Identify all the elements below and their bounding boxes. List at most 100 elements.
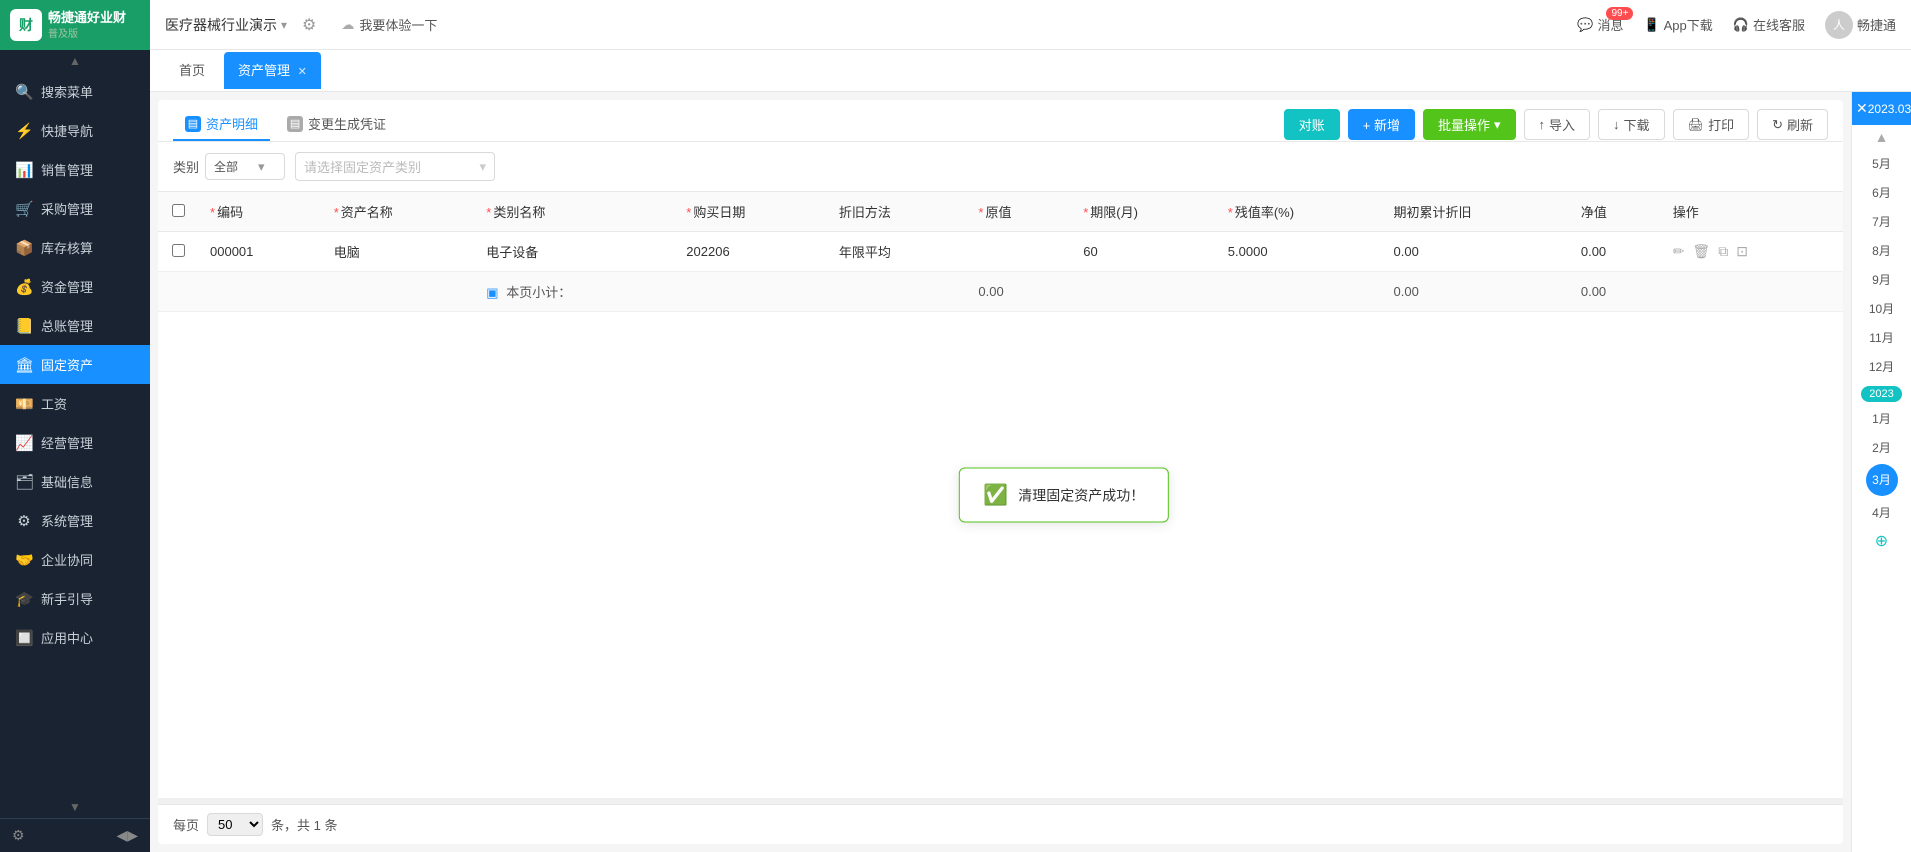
subtotal-label: 本页小计： — [506, 285, 571, 300]
row-checkbox[interactable] — [172, 244, 185, 257]
duizhang-button[interactable]: 对账 — [1284, 109, 1340, 140]
sidebar-item-label: 销售管理 — [41, 160, 93, 179]
tab-home[interactable]: 首页 — [165, 52, 219, 89]
sidebar-item-quicknav[interactable]: ⚡ 快捷导航 — [0, 111, 150, 150]
company-selector[interactable]: 医疗器械行业演示 ▾ — [165, 15, 287, 35]
sidebar-item-label: 搜索菜单 — [41, 82, 93, 101]
sidebar-item-label: 资金管理 — [41, 277, 93, 296]
sidebar-item-search[interactable]: 🔍 搜索菜单 — [0, 72, 150, 111]
print-button[interactable]: 🖨 打印 — [1673, 109, 1750, 140]
month-2[interactable]: 2月 — [1852, 433, 1911, 462]
tab-asset-management[interactable]: 资产管理 ✕ — [224, 52, 321, 89]
sidebar-bottom: ⚙ ◀▶ — [0, 818, 150, 852]
category-type-select[interactable]: 请选择固定资产类别 ▾ — [295, 152, 495, 181]
month-down-arrow[interactable]: ⊕ — [1852, 527, 1911, 555]
app-download-label: App下载 — [1664, 15, 1713, 34]
batch-ops-button[interactable]: 批量操作 ▾ — [1423, 109, 1516, 140]
import-button[interactable]: ↑ 导入 — [1524, 109, 1591, 140]
month-expand-icon[interactable]: ⊕ — [1875, 533, 1888, 550]
sidebar-item-operations[interactable]: 📈 经营管理 — [0, 423, 150, 462]
experience-text[interactable]: 我要体验一下 — [359, 15, 437, 34]
sidebar-item-label: 采购管理 — [41, 199, 93, 218]
month-11[interactable]: 11月 — [1852, 323, 1911, 352]
cell-category: 电子设备 — [474, 232, 674, 272]
sidebar-item-finance[interactable]: 💰 资金管理 — [0, 267, 150, 306]
sidebar-item-fixed-assets[interactable]: 🏛 固定资产 — [0, 345, 150, 384]
sidebar-item-appstore[interactable]: 🔲 应用中心 — [0, 618, 150, 657]
month-10[interactable]: 10月 — [1852, 294, 1911, 323]
sidebar-scroll-up[interactable]: ▲ — [0, 50, 150, 72]
month-4[interactable]: 4月 — [1852, 498, 1911, 527]
sidebar-item-basic-info[interactable]: 🗂 基础信息 — [0, 462, 150, 501]
month-6[interactable]: 6月 — [1852, 178, 1911, 207]
col-code: *编码 — [198, 192, 322, 232]
print-icon: 🖨 — [1688, 117, 1705, 133]
month-1[interactable]: 1月 — [1852, 404, 1911, 433]
col-name: *资产名称 — [322, 192, 475, 232]
sidebar-nav: 🔍 搜索菜单 ⚡ 快捷导航 📊 销售管理 🛒 采购管理 📦 库存核算 💰 资金管… — [0, 72, 150, 796]
month-3-active[interactable]: 3月 — [1866, 464, 1898, 496]
sidebar-item-inventory[interactable]: 📦 库存核算 — [0, 228, 150, 267]
toast-message: 清理固定资产成功！ — [1018, 485, 1144, 505]
col-original: *原值 — [966, 192, 1071, 232]
sidebar-item-ledger[interactable]: 📒 总账管理 — [0, 306, 150, 345]
sidebar-scroll-down[interactable]: ▼ — [0, 796, 150, 818]
system-icon: ⚙ — [15, 512, 33, 530]
delete-icon[interactable]: 🗑 — [1692, 243, 1710, 260]
phone-icon: 📱 — [1643, 17, 1659, 33]
edition-label: 普及版 — [48, 25, 126, 40]
success-check-icon: ✅ — [983, 483, 1008, 508]
month-12[interactable]: 12月 — [1852, 352, 1911, 381]
month-8[interactable]: 8月 — [1852, 236, 1911, 265]
new-button[interactable]: + 新增 — [1348, 109, 1415, 140]
sidebar-item-label: 经营管理 — [41, 433, 93, 452]
content-main: ▤ 资产明细 ▤ 变更生成凭证 对账 + 新增 批量操作 — [158, 100, 1843, 844]
category-select[interactable]: 全部 ▾ — [205, 153, 285, 180]
cell-init-dep: 0.00 — [1382, 232, 1569, 272]
subtab-change-voucher[interactable]: ▤ 变更生成凭证 — [275, 108, 398, 141]
col-net: 净值 — [1569, 192, 1661, 232]
cell-method: 年限平均 — [827, 232, 967, 272]
sidebar-item-salary[interactable]: 💴 工资 — [0, 384, 150, 423]
lightning-icon: ⚡ — [15, 122, 33, 140]
batch-dropdown-icon: ▾ — [1494, 117, 1501, 133]
right-panel-close-icon[interactable]: ✕ — [1856, 100, 1868, 117]
month-scroll-up[interactable]: ▲ — [1852, 125, 1911, 149]
col-category: *类别名称 — [474, 192, 674, 232]
sidebar-item-system[interactable]: ⚙ 系统管理 — [0, 501, 150, 540]
finance-icon: 💰 — [15, 278, 33, 296]
sidebar-item-label: 工资 — [41, 394, 67, 413]
fixed-assets-icon: 🏛 — [15, 356, 33, 374]
cell-net: 0.00 — [1569, 232, 1661, 272]
sidebar-item-guide[interactable]: 🎓 新手引导 — [0, 579, 150, 618]
app-download-button[interactable]: 📱 App下载 — [1643, 15, 1712, 34]
online-service-button[interactable]: 🎧 在线客服 — [1733, 15, 1805, 34]
settings-icon[interactable]: ⚙ — [12, 827, 25, 844]
sidebar-item-label: 固定资产 — [41, 355, 93, 374]
edit-icon[interactable]: ✏ — [1673, 243, 1685, 260]
subtab-asset-detail[interactable]: ▤ 资产明细 — [173, 108, 270, 141]
sidebar-item-purchase[interactable]: 🛒 采购管理 — [0, 189, 150, 228]
logo-text: 畅捷通好业财 — [48, 10, 126, 26]
collapse-icon[interactable]: ◀▶ — [116, 827, 138, 844]
sidebar-item-label: 系统管理 — [41, 511, 93, 530]
topbar-gear-icon[interactable]: ⚙ — [302, 15, 316, 35]
refresh-button[interactable]: ↻ 刷新 — [1757, 109, 1828, 140]
subtotal-icon: ▣ — [486, 285, 498, 300]
sidebar-item-collab[interactable]: 🤝 企业协同 — [0, 540, 150, 579]
subtotal-init-dep: 0.00 — [1382, 272, 1569, 312]
sidebar-item-sales[interactable]: 📊 销售管理 — [0, 150, 150, 189]
right-panel-year: 2023.03 — [1868, 102, 1911, 116]
month-9[interactable]: 9月 — [1852, 265, 1911, 294]
month-5[interactable]: 5月 — [1852, 149, 1911, 178]
download-button[interactable]: ↓ 下载 — [1598, 109, 1665, 140]
message-button[interactable]: 💬 消息 99+ — [1577, 15, 1623, 34]
per-page-select[interactable]: 50 10 20 100 — [207, 813, 263, 836]
tab-close-icon[interactable]: ✕ — [298, 66, 307, 78]
toast-container: ✅ 清理固定资产成功！ — [958, 468, 1169, 523]
month-7[interactable]: 7月 — [1852, 207, 1911, 236]
select-all-checkbox[interactable] — [172, 204, 185, 217]
user-profile[interactable]: 人 畅捷通 — [1825, 11, 1896, 39]
more-icon[interactable]: ⊡ — [1736, 243, 1748, 260]
copy-icon[interactable]: ⧉ — [1718, 243, 1728, 260]
